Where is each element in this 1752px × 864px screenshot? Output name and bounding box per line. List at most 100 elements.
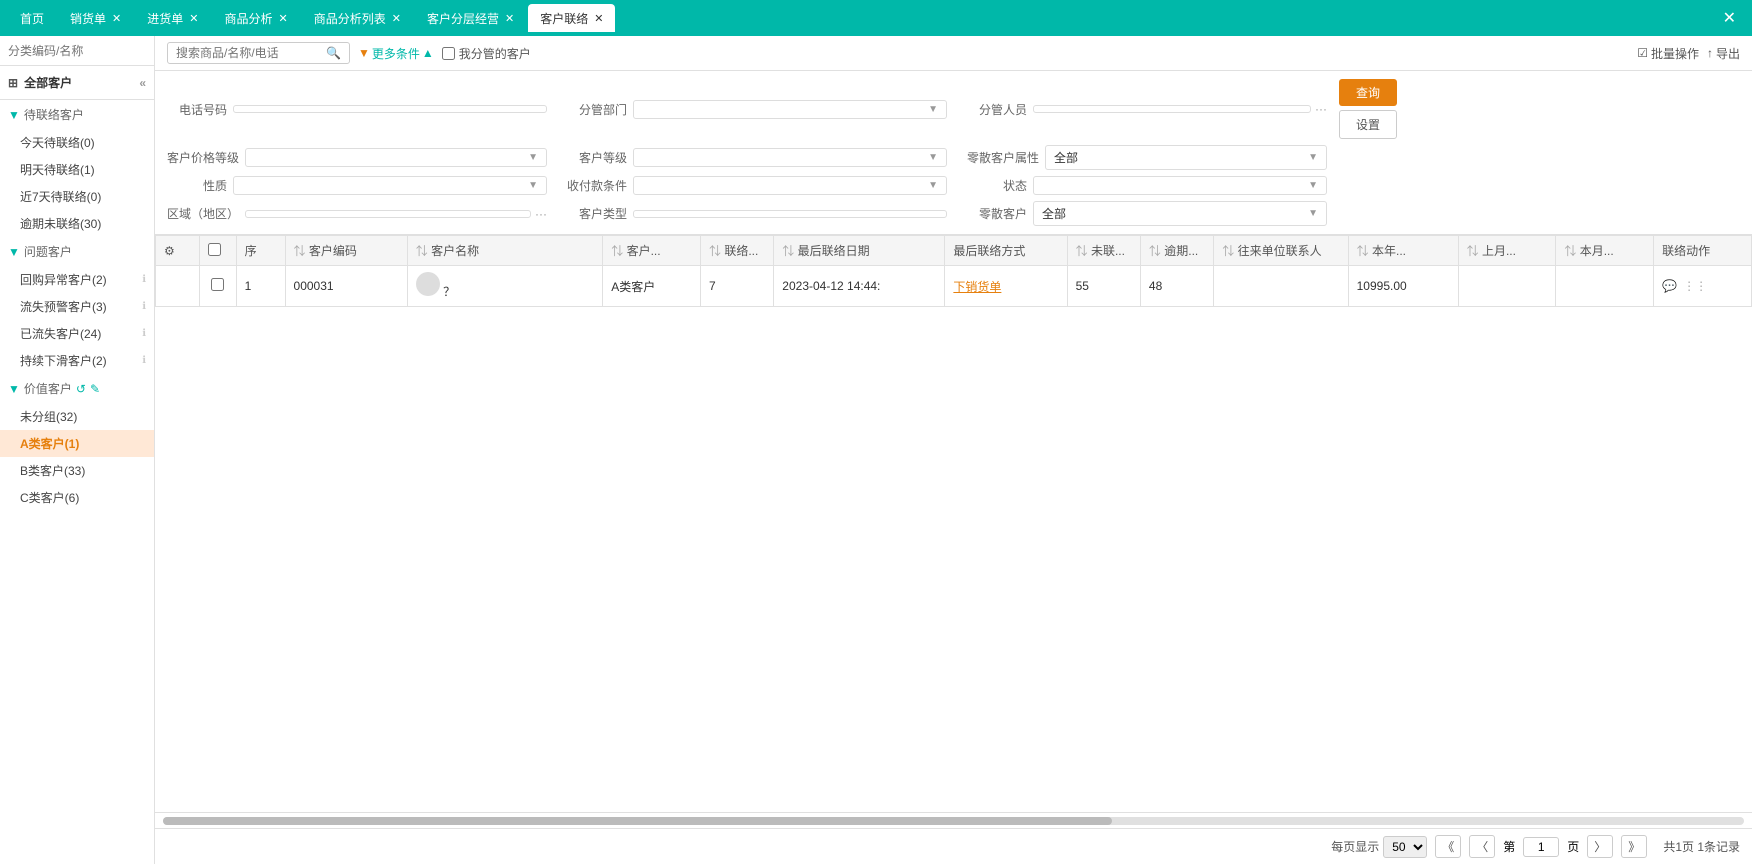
sidebar-item-c-class[interactable]: C类客户(6) bbox=[0, 484, 154, 511]
field-retail-customer-input[interactable]: 全部 ▼ bbox=[1033, 201, 1327, 226]
export-button[interactable]: ↑ 导出 bbox=[1707, 45, 1740, 62]
th-check[interactable] bbox=[199, 236, 236, 266]
sidebar-item-churn-warning[interactable]: 流失预警客户(3) ℹ bbox=[0, 293, 154, 320]
triangle-icon: ▼ bbox=[8, 108, 20, 122]
per-page-selector: 每页显示 50 bbox=[1331, 836, 1427, 858]
tab-purchase[interactable]: 进货单 ✕ bbox=[135, 4, 210, 32]
field-level-input[interactable]: ▼ bbox=[633, 148, 947, 167]
sidebar-group-value-title[interactable]: ▼ 价值客户 ↺ ✎ bbox=[0, 374, 154, 403]
tab-customer-tier-close[interactable]: ✕ bbox=[505, 12, 514, 25]
tab-customer-contact-close[interactable]: ✕ bbox=[594, 12, 603, 25]
field-payment: 收付款条件 ▼ bbox=[567, 176, 947, 195]
filter-search-input[interactable] bbox=[176, 46, 326, 60]
tab-product-analysis-list[interactable]: 商品分析列表 ✕ bbox=[302, 4, 413, 32]
last-contact-link[interactable]: 下销货单 bbox=[953, 280, 1001, 294]
tab-home[interactable]: 首页 bbox=[8, 4, 56, 32]
filter-search-box[interactable]: 🔍 bbox=[167, 42, 350, 64]
sidebar-item-a-class[interactable]: A类客户(1) bbox=[0, 430, 154, 457]
sidebar-item-b-class[interactable]: B类客户(33) bbox=[0, 457, 154, 484]
tab-product-analysis[interactable]: 商品分析 ✕ bbox=[212, 4, 299, 32]
select-all-checkbox[interactable] bbox=[208, 243, 221, 256]
field-customer-type-input[interactable] bbox=[633, 210, 947, 218]
edit-icon[interactable]: ✎ bbox=[90, 382, 100, 396]
th-last-contact-date[interactable]: ⇅ 最后联络日期 bbox=[774, 236, 945, 266]
tab-purchase-close[interactable]: ✕ bbox=[189, 12, 198, 25]
last-page-button[interactable]: 》 bbox=[1621, 835, 1647, 858]
sidebar-item-tomorrow[interactable]: 明天待联络(1) bbox=[0, 156, 154, 183]
table-row: 1 000031 ？ A类客户 7 2023-04-12 14:44: 下销货单… bbox=[156, 266, 1752, 307]
field-phone-input[interactable] bbox=[233, 105, 547, 113]
field-status-input[interactable]: ▼ bbox=[1033, 176, 1327, 195]
menu-icon[interactable]: ⋮⋮ bbox=[1683, 279, 1707, 293]
sidebar-group-problem-title[interactable]: ▼ 问题客户 bbox=[0, 237, 154, 266]
field-area-input[interactable] bbox=[245, 210, 531, 218]
th-overdue[interactable]: ⇅ 逾期... bbox=[1140, 236, 1213, 266]
person-dots-icon[interactable]: ··· bbox=[1315, 102, 1327, 116]
tab-sales-close[interactable]: ✕ bbox=[112, 12, 121, 25]
th-code[interactable]: ⇅ 客户编码 bbox=[285, 236, 407, 266]
sidebar-search-input[interactable] bbox=[8, 44, 155, 58]
tab-sales[interactable]: 销货单 ✕ bbox=[58, 4, 133, 32]
filter-my-checkbox[interactable] bbox=[442, 47, 455, 60]
info-icon-churn-warning: ℹ bbox=[142, 301, 146, 312]
next-page-button[interactable]: 〉 bbox=[1587, 835, 1613, 858]
th-last-month[interactable]: ⇅ 上月... bbox=[1458, 236, 1556, 266]
sidebar-collapse-icon[interactable]: « bbox=[139, 76, 146, 90]
area-dots-icon[interactable]: ··· bbox=[535, 207, 547, 221]
batch-ops-button[interactable]: ☑ 批量操作 bbox=[1637, 45, 1699, 62]
first-page-button[interactable]: 《 bbox=[1435, 835, 1461, 858]
window-close-button[interactable]: ✕ bbox=[1715, 8, 1744, 28]
sidebar-item-ungrouped[interactable]: 未分组(32) bbox=[0, 403, 154, 430]
field-nature-input[interactable]: ▼ bbox=[233, 176, 547, 195]
page-input[interactable] bbox=[1523, 837, 1559, 857]
th-contact-count[interactable]: ⇅ 联络... bbox=[700, 236, 773, 266]
sidebar-item-7days[interactable]: 近7天待联络(0) bbox=[0, 183, 154, 210]
th-this-month[interactable]: ⇅ 本月... bbox=[1556, 236, 1654, 266]
sidebar-root-header[interactable]: ⊞ 全部客户 « bbox=[0, 66, 154, 100]
horizontal-scrollbar[interactable] bbox=[163, 817, 1744, 825]
field-price-level-input[interactable]: ▼ bbox=[245, 148, 547, 167]
sidebar-group-value-label: 价值客户 bbox=[24, 380, 72, 397]
sidebar-item-repurchase[interactable]: 回购异常客户(2) ℹ bbox=[0, 266, 154, 293]
sidebar-item-today[interactable]: 今天待联络(0) bbox=[0, 129, 154, 156]
sidebar-group-pending-title[interactable]: ▼ 待联络客户 bbox=[0, 100, 154, 129]
th-no-contact[interactable]: ⇅ 未联... bbox=[1067, 236, 1140, 266]
td-last-contact-type[interactable]: 下销货单 bbox=[945, 266, 1067, 307]
filter-my-customers[interactable]: 我分管的客户 bbox=[442, 45, 531, 62]
field-payment-input[interactable]: ▼ bbox=[633, 176, 947, 195]
scroll-thumb[interactable] bbox=[163, 817, 1112, 825]
filter-more-button[interactable]: ▼ 更多条件 ▲ bbox=[358, 45, 434, 62]
th-year-amount[interactable]: ⇅ 本年... bbox=[1348, 236, 1458, 266]
tab-customer-contact[interactable]: 客户联络 ✕ bbox=[528, 4, 615, 32]
th-contact-person[interactable]: ⇅ 往来单位联系人 bbox=[1214, 236, 1348, 266]
tab-product-analysis-label: 商品分析 bbox=[224, 10, 272, 27]
settings-button[interactable]: 设置 bbox=[1339, 110, 1397, 139]
th-level[interactable]: ⇅ 客户... bbox=[603, 236, 701, 266]
nature-arrow-icon: ▼ bbox=[528, 180, 538, 191]
sort-icon: ⇅ bbox=[294, 244, 306, 258]
tab-product-analysis-list-close[interactable]: ✕ bbox=[392, 12, 401, 25]
sort-icon7: ⇅ bbox=[1149, 244, 1161, 258]
tab-home-label: 首页 bbox=[20, 10, 44, 27]
td-check[interactable] bbox=[199, 266, 236, 307]
field-person-input[interactable] bbox=[1033, 105, 1311, 113]
sidebar-item-overdue[interactable]: 逾期未联络(30) bbox=[0, 210, 154, 237]
filter-search-icon[interactable]: 🔍 bbox=[326, 46, 341, 60]
prev-page-button[interactable]: 〈 bbox=[1469, 835, 1495, 858]
tab-product-analysis-close[interactable]: ✕ bbox=[279, 12, 288, 25]
sidebar-item-declining[interactable]: 持续下滑客户(2) ℹ bbox=[0, 347, 154, 374]
tab-customer-tier[interactable]: 客户分层经营 ✕ bbox=[415, 4, 526, 32]
field-person: 分管人员 ··· bbox=[967, 101, 1327, 118]
th-gear[interactable]: ⚙ bbox=[156, 236, 200, 266]
sidebar-item-churned[interactable]: 已流失客户(24) ℹ bbox=[0, 320, 154, 347]
field-retail-attr-input[interactable]: 全部 ▼ bbox=[1045, 145, 1327, 170]
query-button[interactable]: 查询 bbox=[1339, 79, 1397, 106]
row-checkbox[interactable] bbox=[211, 278, 224, 291]
message-icon[interactable]: 💬 bbox=[1662, 279, 1677, 293]
th-last-contact-type[interactable]: 最后联络方式 bbox=[945, 236, 1067, 266]
td-overdue: 48 bbox=[1140, 266, 1213, 307]
th-name[interactable]: ⇅ 客户名称 bbox=[407, 236, 603, 266]
per-page-select[interactable]: 50 bbox=[1383, 836, 1427, 858]
field-dept-input[interactable]: ▼ bbox=[633, 100, 947, 119]
refresh-icon[interactable]: ↺ bbox=[76, 382, 86, 396]
